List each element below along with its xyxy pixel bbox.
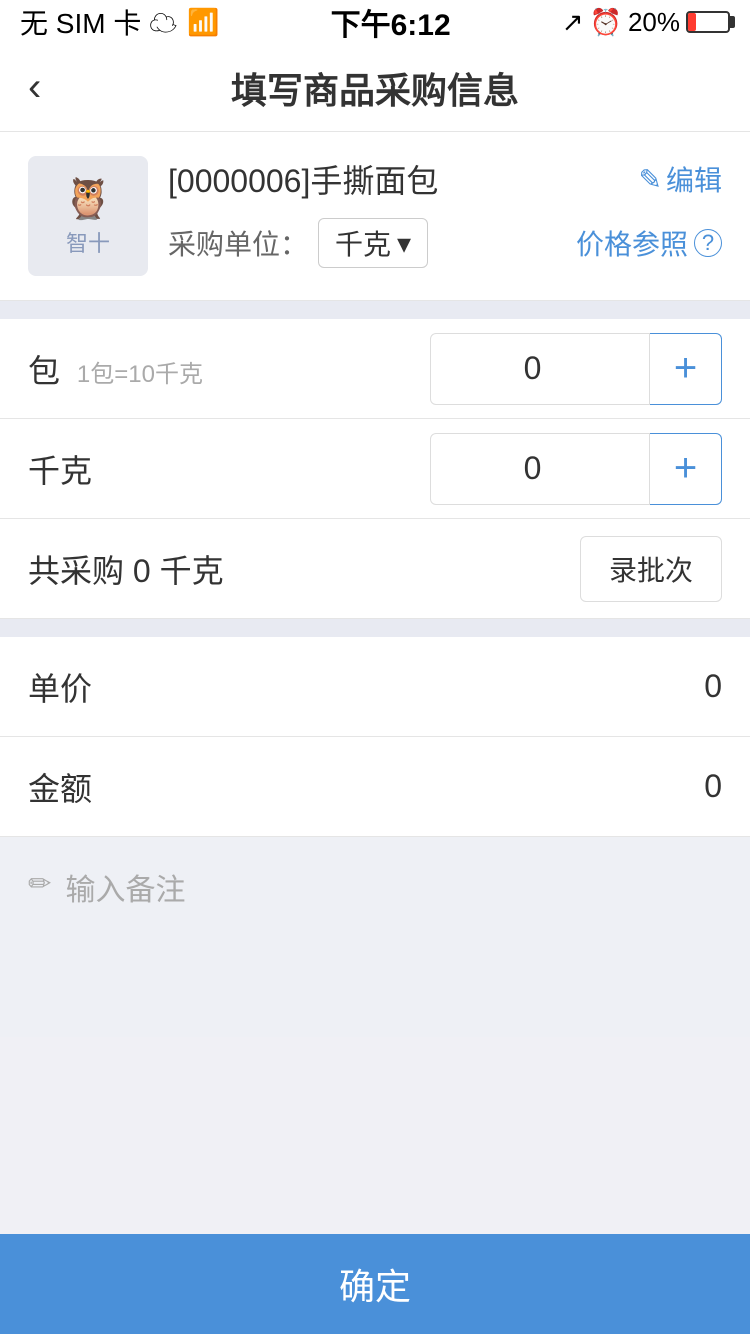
status-time: 下午6:12	[331, 0, 451, 44]
product-card: 🦉 智十 [0000006]手撕面包 ✎ 编辑 采购单位： 千克 ▾ 价格参照 …	[0, 132, 750, 301]
unit-select[interactable]: 千克 ▾	[318, 218, 428, 268]
batch-button[interactable]: 录批次	[580, 536, 722, 602]
nav-bar: ‹ 填写商品采购信息	[0, 44, 750, 132]
page-title: 填写商品采购信息	[231, 62, 519, 114]
section-divider-2	[0, 619, 750, 637]
product-thumbnail: 🦉 智十	[28, 156, 148, 276]
summary-text: 共采购 0 千克	[28, 546, 224, 592]
kg-input[interactable]	[430, 433, 650, 505]
input-section: 包 1包=10千克 + 千克 + 共采购 0 千克 录批次	[0, 319, 750, 619]
edit-icon: ✎	[639, 163, 662, 196]
confirm-bar[interactable]: 确定	[0, 1234, 750, 1334]
price-info-section: 单价 0 金额 0	[0, 637, 750, 837]
product-info: [0000006]手撕面包 ✎ 编辑 采购单位： 千克 ▾ 价格参照 ?	[168, 156, 722, 268]
battery-icon	[686, 11, 730, 33]
unit-price-row: 单价 0	[0, 637, 750, 737]
product-name-row: [0000006]手撕面包 ✎ 编辑	[168, 156, 722, 202]
amount-row: 金额 0	[0, 737, 750, 837]
back-button[interactable]: ‹	[28, 65, 41, 110]
confirm-button[interactable]: 确定	[339, 1258, 411, 1310]
amount-label: 金额	[28, 764, 92, 810]
price-ref-help-icon[interactable]: ?	[694, 229, 722, 257]
sim-status: 无 SIM 卡 ☁	[20, 2, 177, 42]
dropdown-icon: ▾	[397, 227, 411, 260]
bag-label: 包 1包=10千克	[28, 346, 430, 392]
edit-button[interactable]: ✎ 编辑	[639, 159, 722, 199]
kg-plus-button[interactable]: +	[650, 433, 722, 505]
status-right: ↗ ⏰ 20%	[562, 7, 730, 38]
product-name: [0000006]手撕面包	[168, 156, 438, 202]
notes-placeholder: 输入备注	[65, 865, 185, 909]
product-thumb-label: 智十	[66, 231, 110, 256]
kg-label: 千克	[28, 446, 430, 492]
unit-price-label: 单价	[28, 664, 92, 710]
unit-label: 采购单位： 千克 ▾	[168, 218, 428, 268]
notes-section[interactable]: ✏ 输入备注	[0, 837, 750, 1037]
bag-input-wrap: +	[430, 333, 722, 405]
unit-price-value: 0	[704, 668, 722, 705]
kg-input-row: 千克 +	[0, 419, 750, 519]
product-unit-row: 采购单位： 千克 ▾ 价格参照 ?	[168, 218, 722, 268]
bag-input-row: 包 1包=10千克 +	[0, 319, 750, 419]
product-thumb-icon: 🦉	[63, 175, 113, 222]
location-icon: ↗	[562, 7, 584, 38]
notes-icon: ✏	[28, 867, 51, 900]
wifi-icon: 📶	[187, 7, 219, 38]
bag-plus-button[interactable]: +	[650, 333, 722, 405]
summary-row: 共采购 0 千克 录批次	[0, 519, 750, 619]
battery-percent: 20%	[628, 7, 680, 38]
price-ref-button[interactable]: 价格参照 ?	[576, 223, 722, 263]
alarm-icon: ⏰	[590, 7, 622, 38]
amount-value: 0	[704, 768, 722, 805]
section-divider-1	[0, 301, 750, 319]
status-left: 无 SIM 卡 ☁ 📶	[20, 2, 220, 42]
bag-input[interactable]	[430, 333, 650, 405]
kg-input-wrap: +	[430, 433, 722, 505]
status-bar: 无 SIM 卡 ☁ 📶 下午6:12 ↗ ⏰ 20%	[0, 0, 750, 44]
bag-sub-label: 1包=10千克	[77, 361, 203, 388]
